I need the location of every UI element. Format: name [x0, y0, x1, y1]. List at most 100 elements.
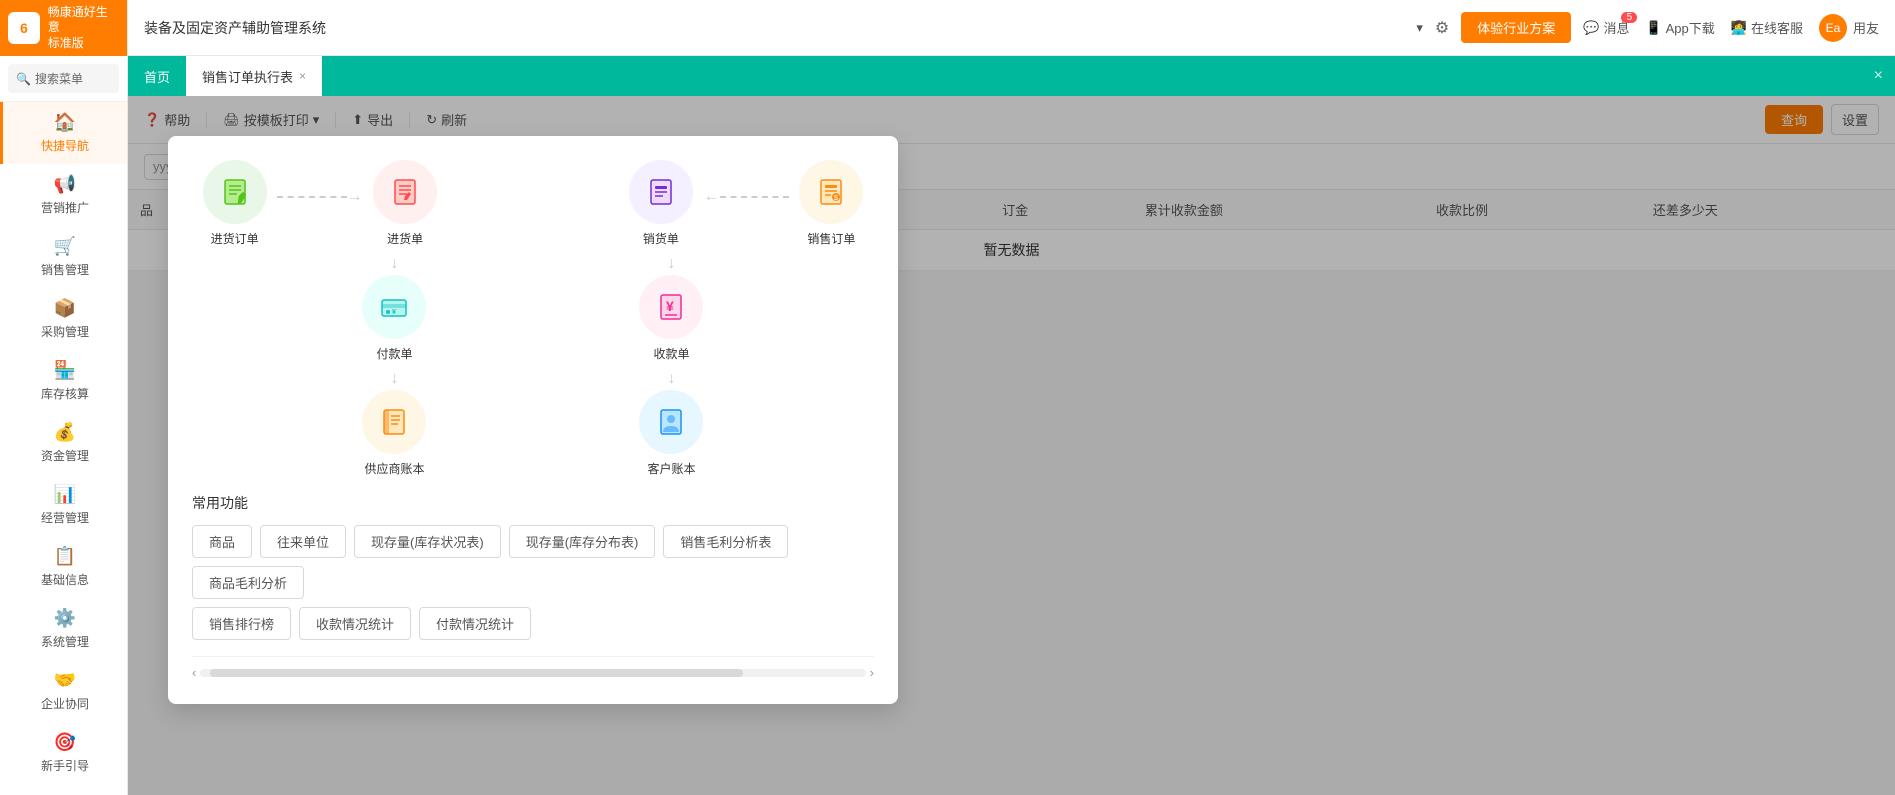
sidebar-item-quick[interactable]: 🏠 快捷导航: [0, 102, 127, 164]
flow-item-sales-bill: 销货单: [618, 160, 703, 247]
func-btn-partner[interactable]: 往来单位: [260, 525, 346, 558]
app-download-button[interactable]: 📱 App下载: [1645, 18, 1714, 37]
inventory-icon: 🏪: [54, 360, 76, 381]
func-btn-stock-dist[interactable]: 现存量(库存分布表): [509, 525, 656, 558]
sales-order-icon[interactable]: $: [799, 160, 863, 224]
svg-text:¥: ¥: [392, 309, 396, 316]
func-btn-receipt-stat[interactable]: 收款情况统计: [299, 607, 411, 640]
messages-button[interactable]: 💬 消息 5: [1583, 18, 1629, 37]
flow-item-supplier-ledger: 供应商账本: [348, 390, 440, 477]
func-btn-goods-profit[interactable]: 商品毛利分析: [192, 566, 304, 599]
common-functions-section: 常用功能 商品 往来单位 现存量(库存状况表) 现存量(库存分布表) 销售毛利分…: [192, 493, 874, 640]
scroll-right-arrow[interactable]: ›: [870, 665, 874, 680]
sales-bill-icon[interactable]: [629, 160, 693, 224]
tab-home-label: 首页: [144, 67, 170, 86]
sidebar-item-label: 资金管理: [41, 447, 89, 464]
system-dropdown[interactable]: ▾: [1416, 20, 1423, 36]
sidebar-item-purchase[interactable]: 📦 采购管理: [0, 288, 127, 350]
flow-item-sales-order: $ 销售订单: [789, 160, 874, 247]
scroll-left-arrow[interactable]: ‹: [192, 665, 196, 680]
sidebar-item-basic[interactable]: 📋 基础信息: [0, 536, 127, 598]
settings-icon[interactable]: ⚙: [1435, 18, 1449, 38]
tab-home[interactable]: 首页: [128, 56, 186, 96]
online-service-button[interactable]: 👩‍💻 在线客服: [1731, 18, 1803, 37]
receipt-icon[interactable]: ¥: [639, 275, 703, 339]
modal-scrollbar: ‹ ›: [192, 656, 874, 680]
common-functions-title: 常用功能: [192, 493, 874, 513]
main-content: 装备及固定资产辅助管理系统 ▾ ⚙ 体验行业方案 💬 消息 5 📱 App下载 …: [128, 0, 1895, 795]
receipt-label: 收款单: [653, 345, 689, 362]
scroll-track[interactable]: [200, 669, 865, 677]
arrow-sales-order-to-bill: ←: [704, 188, 789, 206]
sales-order-label: 销售订单: [807, 230, 855, 247]
sales-icon: 🛒: [54, 236, 76, 257]
sidebar-item-label: 企业协同: [41, 695, 89, 712]
func-btn-stock-status[interactable]: 现存量(库存状况表): [354, 525, 501, 558]
tab-close-icon[interactable]: ×: [299, 69, 306, 83]
quick-nav-modal: 进货订单 → 进货单: [168, 136, 898, 704]
sidebar-item-inventory[interactable]: 🏪 库存核算: [0, 350, 127, 412]
flow-item-purchase-bill: 进货单: [363, 160, 448, 247]
sidebar-item-label: 快捷导航: [41, 137, 89, 154]
supplier-ledger-label: 供应商账本: [364, 460, 424, 477]
flow-item-purchase-order: 进货订单: [192, 160, 277, 247]
customer-ledger-icon[interactable]: [639, 390, 703, 454]
sidebar-item-label: 库存核算: [41, 385, 89, 402]
tab-sales-order-exec-label: 销售订单执行表: [202, 67, 293, 86]
supplier-ledger-icon[interactable]: [362, 390, 426, 454]
flow-item-payment: ¥ 付款单: [348, 275, 440, 362]
func-btn-goods[interactable]: 商品: [192, 525, 252, 558]
flow-item-customer-ledger: 客户账本: [625, 390, 717, 477]
sidebar-item-system[interactable]: ⚙️ 系统管理: [0, 598, 127, 660]
purchase-order-label: 进货订单: [211, 230, 259, 247]
customer-ledger-label: 客户账本: [647, 460, 695, 477]
func-btn-sales-rank[interactable]: 销售排行榜: [192, 607, 291, 640]
sidebar-item-label: 基础信息: [41, 571, 89, 588]
enterprise-icon: 🤝: [54, 670, 76, 691]
sidebar-item-label: 销售管理: [41, 261, 89, 278]
operations-icon: 📊: [54, 484, 76, 505]
flow-row2-arrows: ↓ ↓: [192, 255, 874, 273]
function-buttons-row2: 销售排行榜 收款情况统计 付款情况统计: [192, 607, 874, 640]
finance-icon: 💰: [54, 422, 76, 443]
purchase-order-icon[interactable]: [203, 160, 267, 224]
marketing-icon: 📢: [54, 174, 76, 195]
home-icon: 🏠: [54, 112, 76, 133]
scroll-thumb[interactable]: [210, 669, 742, 677]
svg-text:$: $: [834, 195, 838, 202]
payment-label: 付款单: [376, 345, 412, 362]
sidebar: 6 畅康通好生意 标准版 🔍 快捷导航 yyyy-mm-dd 搜索菜单 🏠 快捷…: [0, 0, 128, 795]
sidebar-item-label: 营销推广: [41, 199, 89, 216]
logo-text: 畅康通好生意 标准版: [48, 5, 119, 52]
func-btn-payment-stat[interactable]: 付款情况统计: [419, 607, 531, 640]
arrow-purchase-order-to-bill: →: [277, 188, 362, 206]
purchase-bill-icon[interactable]: [373, 160, 437, 224]
sidebar-item-finance[interactable]: 💰 资金管理: [0, 412, 127, 474]
sidebar-item-label: 系统管理: [41, 633, 89, 650]
content-area: ❓ 帮助 🖨 按模板打印 ▾ ⬆ 导出 ↻ 刷新: [128, 96, 1895, 795]
trial-button[interactable]: 体验行业方案: [1461, 12, 1571, 43]
sidebar-item-enterprise[interactable]: 🤝 企业协同: [0, 660, 127, 722]
sidebar-item-guide[interactable]: 🎯 新手引导: [0, 722, 127, 784]
guide-icon: 🎯: [54, 732, 76, 753]
tabbar: 首页 销售订单执行表 × ×: [128, 56, 1895, 96]
payment-icon[interactable]: ¥: [362, 275, 426, 339]
sidebar-item-operations[interactable]: 📊 经营管理: [0, 474, 127, 536]
basic-icon: 📋: [54, 546, 76, 567]
close-all-tabs-button[interactable]: ×: [1862, 67, 1895, 85]
system-title: 装备及固定资产辅助管理系统: [144, 18, 1404, 38]
messages-badge: 5: [1621, 12, 1637, 23]
message-icon: 💬: [1583, 20, 1599, 36]
sidebar-item-marketing[interactable]: 📢 营销推广: [0, 164, 127, 226]
sidebar-logo: 6 畅康通好生意 标准版: [0, 0, 127, 56]
sidebar-item-label: 采购管理: [41, 323, 89, 340]
func-btn-sales-profit[interactable]: 销售毛利分析表: [663, 525, 788, 558]
tab-sales-order-exec[interactable]: 销售订单执行表 ×: [186, 56, 322, 96]
logo-icon: 6: [8, 12, 40, 44]
purchase-icon: 📦: [54, 298, 76, 319]
sidebar-item-sales[interactable]: 🛒 销售管理: [0, 226, 127, 288]
sidebar-item-label: 经营管理: [41, 509, 89, 526]
topbar-right: 💬 消息 5 📱 App下载 👩‍💻 在线客服 Ea 用友: [1583, 14, 1879, 42]
user-menu[interactable]: Ea 用友: [1819, 14, 1879, 42]
search-menu-button[interactable]: 🔍 快捷导航 yyyy-mm-dd 搜索菜单: [8, 64, 119, 93]
